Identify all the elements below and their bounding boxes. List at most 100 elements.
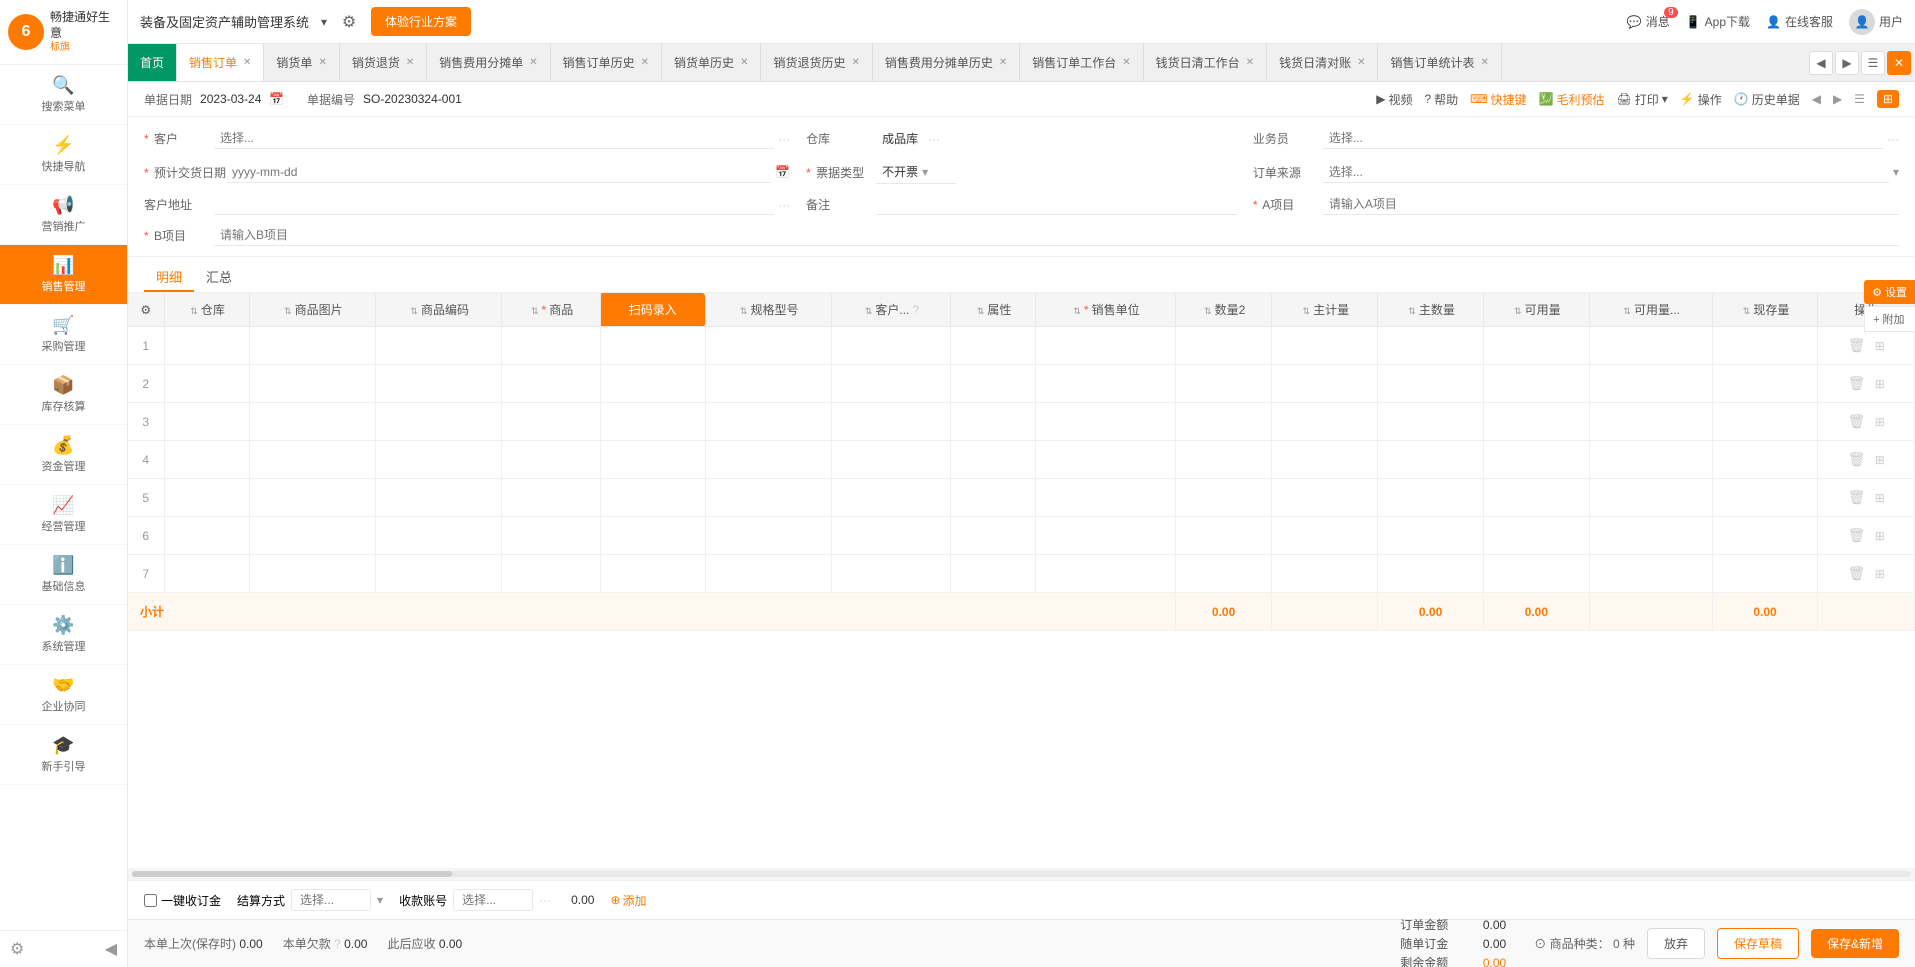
row-product-image[interactable]	[249, 365, 375, 403]
row-product-image[interactable]	[249, 441, 375, 479]
row-warehouse[interactable]	[164, 479, 249, 517]
row-spec-model[interactable]	[705, 365, 831, 403]
row-delete-icon[interactable]: 🗑	[1848, 413, 1866, 429]
customer-more-icon[interactable]: ···	[778, 132, 790, 146]
row-current-stock[interactable]	[1712, 441, 1818, 479]
row-attribute[interactable]	[950, 365, 1035, 403]
row-spec-model[interactable]	[705, 403, 831, 441]
row-quantity2[interactable]	[1175, 365, 1272, 403]
tab-menu-btn[interactable]: ☰	[1861, 51, 1885, 75]
tab-close-icon[interactable]: ✕	[1357, 57, 1365, 68]
row-current-stock[interactable]	[1712, 365, 1818, 403]
row-copy-icon[interactable]: ⊞	[1875, 377, 1885, 391]
row-product-code[interactable]	[376, 479, 502, 517]
system-dropdown[interactable]: ▾	[321, 15, 327, 29]
sidebar-item-purchase[interactable]: 🛒 采购管理	[0, 305, 127, 365]
address-more-icon[interactable]: ···	[778, 198, 790, 212]
row-quantity2[interactable]	[1175, 403, 1272, 441]
row-customer-code[interactable]	[831, 479, 950, 517]
row-spec-model[interactable]	[705, 517, 831, 555]
message-btn[interactable]: 💬 消息 9	[1627, 13, 1670, 30]
quickbook-checkbox[interactable]: 一键收订金	[144, 892, 221, 909]
row-quantity2[interactable]	[1175, 555, 1272, 593]
row-product-name[interactable]	[502, 327, 600, 365]
row-current-stock[interactable]	[1712, 479, 1818, 517]
row-product-image[interactable]	[249, 555, 375, 593]
solution-btn[interactable]: 体验行业方案	[371, 7, 471, 36]
tab-order-stats[interactable]: 销售订单统计表 ✕	[1378, 44, 1501, 82]
tab-sales-order-history[interactable]: 销售订单历史 ✕	[551, 44, 662, 82]
row-main-unit[interactable]	[1272, 479, 1378, 517]
quickbook-checkbox-input[interactable]	[144, 894, 157, 907]
tab-sales-order[interactable]: 销售订单 ✕	[177, 44, 264, 82]
sidebar-collapse-icon[interactable]: ◀	[105, 939, 117, 959]
tab-next-btn[interactable]: ▶	[1835, 51, 1859, 75]
tab-expense-history[interactable]: 销售费用分摊单历史 ✕	[873, 44, 1020, 82]
row-quantity2[interactable]	[1175, 479, 1272, 517]
sidebar-item-basic-info[interactable]: ℹ️ 基础信息	[0, 545, 127, 605]
row-available-more[interactable]	[1589, 365, 1712, 403]
sidebar-item-inventory[interactable]: 📦 库存核算	[0, 365, 127, 425]
row-main-unit[interactable]	[1272, 365, 1378, 403]
settings-label[interactable]: ⚙ 设置	[1864, 280, 1915, 304]
sidebar-item-finance[interactable]: 💰 资金管理	[0, 425, 127, 485]
salesperson-input[interactable]	[1323, 128, 1883, 149]
row-available-more[interactable]	[1589, 479, 1712, 517]
tab-close-icon[interactable]: ✕	[529, 57, 537, 68]
sidebar-item-guide[interactable]: 🎓 新手引导	[0, 725, 127, 785]
row-delete-icon[interactable]: 🗑	[1848, 565, 1866, 581]
save-draft-btn[interactable]: 保存草稿	[1717, 928, 1799, 959]
form-fullscreen-btn[interactable]: ⊞	[1877, 90, 1899, 108]
calendar-icon[interactable]: 📅	[269, 92, 284, 106]
row-available[interactable]	[1483, 327, 1589, 365]
detail-tab-detail[interactable]: 明细	[144, 263, 194, 292]
tab-daily-reconcile[interactable]: 钱货日清对账 ✕	[1267, 44, 1378, 82]
row-customer-code[interactable]	[831, 365, 950, 403]
row-available-more[interactable]	[1589, 555, 1712, 593]
row-available[interactable]	[1483, 365, 1589, 403]
row-unit[interactable]	[1036, 403, 1176, 441]
row-attribute[interactable]	[950, 517, 1035, 555]
row-main-unit[interactable]	[1272, 441, 1378, 479]
row-attribute[interactable]	[950, 403, 1035, 441]
nav-next-btn[interactable]: ▶	[1833, 92, 1842, 106]
row-unit[interactable]	[1036, 365, 1176, 403]
invoice-type-select[interactable]: 不开票 ▾	[876, 160, 956, 184]
row-available-more[interactable]	[1589, 441, 1712, 479]
table-scrollbar[interactable]	[128, 868, 1915, 880]
tab-close-icon[interactable]: ✕	[999, 57, 1007, 68]
profit-action[interactable]: 💹 毛利预估	[1539, 91, 1605, 108]
b-project-input[interactable]	[214, 225, 1899, 246]
tab-sales-goods[interactable]: 销货单 ✕	[264, 44, 339, 82]
row-main-unit[interactable]	[1272, 403, 1378, 441]
row-available[interactable]	[1483, 555, 1589, 593]
video-action[interactable]: ▶ 视频	[1376, 91, 1412, 108]
row-spec-model[interactable]	[705, 441, 831, 479]
row-main-quantity[interactable]	[1378, 441, 1484, 479]
th-settings[interactable]: ⚙	[128, 293, 164, 327]
nav-prev-btn[interactable]: ◀	[1812, 92, 1821, 106]
row-product-image[interactable]	[249, 479, 375, 517]
user-btn[interactable]: 👤 用户	[1849, 9, 1903, 35]
row-warehouse[interactable]	[164, 327, 249, 365]
row-product-code[interactable]	[376, 517, 502, 555]
row-attribute[interactable]	[950, 441, 1035, 479]
row-main-unit[interactable]	[1272, 517, 1378, 555]
row-copy-icon[interactable]: ⊞	[1875, 453, 1885, 467]
account-more-icon[interactable]: ···	[539, 893, 551, 907]
row-warehouse[interactable]	[164, 403, 249, 441]
topbar-settings-btn[interactable]: ⚙	[335, 8, 363, 36]
row-main-quantity[interactable]	[1378, 327, 1484, 365]
tab-goods-history[interactable]: 销货单历史 ✕	[662, 44, 761, 82]
row-warehouse[interactable]	[164, 517, 249, 555]
row-current-stock[interactable]	[1712, 517, 1818, 555]
row-product-name[interactable]	[502, 479, 600, 517]
tab-close-icon[interactable]: ✕	[851, 57, 859, 68]
row-product-name[interactable]	[502, 517, 600, 555]
row-available-more[interactable]	[1589, 517, 1712, 555]
row-available[interactable]	[1483, 403, 1589, 441]
tab-close-icon[interactable]: ✕	[318, 57, 326, 68]
sidebar-item-system[interactable]: ⚙️ 系统管理	[0, 605, 127, 665]
row-warehouse[interactable]	[164, 365, 249, 403]
account-input[interactable]	[453, 889, 533, 911]
